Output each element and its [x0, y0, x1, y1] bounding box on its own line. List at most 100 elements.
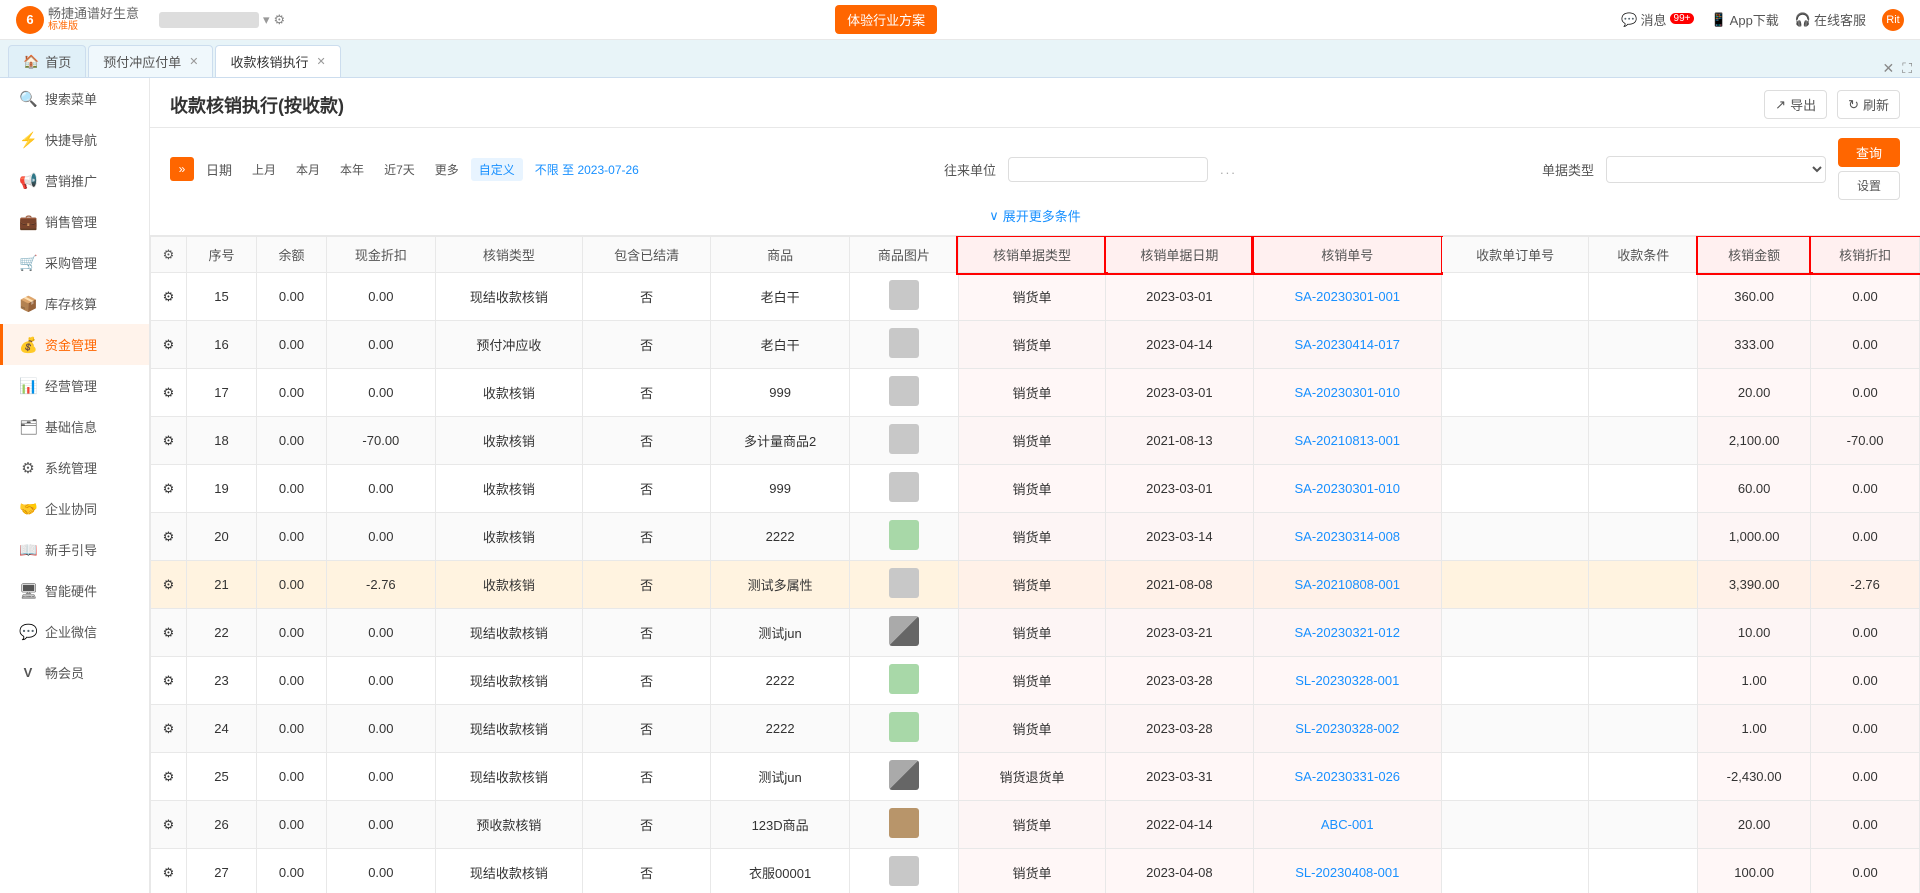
cur-month-btn[interactable]: 本月 — [288, 158, 328, 181]
prev-month-btn[interactable]: 上月 — [244, 158, 284, 181]
table-cell: 2021-08-13 — [1106, 417, 1253, 465]
table-cell[interactable]: ⚙ — [151, 657, 187, 705]
table-cell[interactable]: ⚙ — [151, 321, 187, 369]
table-cell: 22 — [187, 609, 257, 657]
gear-icon[interactable]: ⚙ — [274, 12, 286, 28]
export-button[interactable]: ↗ 导出 — [1764, 90, 1827, 119]
message-btn[interactable]: 💬 消息 99+ — [1621, 10, 1694, 29]
table-cell[interactable]: ⚙ — [151, 465, 187, 513]
table-row: ⚙260.000.00预收款核销否123D商品销货单2022-04-14ABC-… — [151, 801, 1920, 849]
bill-no-link[interactable]: SA-20210808-001 — [1295, 577, 1401, 592]
table-cell: 否 — [583, 321, 711, 369]
bill-no-link[interactable]: SL-20230328-002 — [1295, 721, 1399, 736]
user-avatar[interactable]: Rit — [1882, 9, 1904, 31]
bill-no-link[interactable]: SA-20230314-008 — [1295, 529, 1401, 544]
tab-home[interactable]: 🏠 首页 — [8, 45, 86, 77]
bill-no-link[interactable]: SA-20230301-001 — [1295, 289, 1401, 304]
seven-days-btn[interactable]: 近7天 — [376, 158, 423, 181]
app-download-btn[interactable]: 📱 App下载 — [1710, 10, 1778, 29]
bill-no-link[interactable]: SA-20230414-017 — [1295, 337, 1401, 352]
bill-no-link[interactable]: SA-20230321-012 — [1295, 625, 1401, 640]
tab-prepay[interactable]: 预付冲应付单 ✕ — [88, 45, 213, 77]
table-cell[interactable]: SA-20210808-001 — [1253, 561, 1441, 609]
custom-date-btn[interactable]: 自定义 — [471, 158, 523, 181]
table-cell[interactable]: ⚙ — [151, 801, 187, 849]
receipt-type-select[interactable] — [1606, 156, 1826, 183]
query-button[interactable]: 查询 — [1838, 138, 1900, 167]
tab-receipt-cancel-close[interactable]: ✕ — [316, 55, 325, 68]
sidebar-item-search[interactable]: 🔍 搜索菜单 — [0, 78, 149, 119]
tab-prepay-close[interactable]: ✕ — [189, 55, 198, 68]
sidebar-item-inventory[interactable]: 📦 库存核算 — [0, 283, 149, 324]
table-cell: 0.00 — [257, 609, 327, 657]
bill-no-link[interactable]: SA-20230301-010 — [1295, 481, 1401, 496]
cur-year-btn[interactable]: 本年 — [332, 158, 372, 181]
sidebar-item-marketing[interactable]: 📢 营销推广 — [0, 160, 149, 201]
table-cell[interactable]: ⚙ — [151, 849, 187, 893]
table-cell[interactable]: SA-20230321-012 — [1253, 609, 1441, 657]
bill-no-link[interactable]: SA-20230301-010 — [1295, 385, 1401, 400]
table-cell: 2023-03-21 — [1106, 609, 1253, 657]
sidebar-item-purchase[interactable]: 🛒 采购管理 — [0, 242, 149, 283]
sidebar-item-sales[interactable]: 💼 销售管理 — [0, 201, 149, 242]
table-cell[interactable]: ⚙ — [151, 561, 187, 609]
sidebar-item-guide[interactable]: 📖 新手引导 — [0, 529, 149, 570]
table-cell[interactable]: ⚙ — [151, 705, 187, 753]
table-cell — [1589, 657, 1698, 705]
table-cell — [1589, 321, 1698, 369]
table-cell[interactable]: SA-20230301-010 — [1253, 369, 1441, 417]
table-cell[interactable]: SL-20230408-001 — [1253, 849, 1441, 893]
table-cell: 123D商品 — [711, 801, 850, 849]
chevron-down-icon[interactable]: ▾ — [263, 12, 270, 28]
table-cell — [1589, 417, 1698, 465]
table-cell[interactable]: SA-20230414-017 — [1253, 321, 1441, 369]
bill-no-link[interactable]: SA-20210813-001 — [1295, 433, 1401, 448]
bill-no-link[interactable]: SA-20230331-026 — [1295, 769, 1401, 784]
more-date-btn[interactable]: 更多 — [427, 158, 467, 181]
table-cell[interactable]: SL-20230328-001 — [1253, 657, 1441, 705]
table-cell: 销货单 — [958, 273, 1105, 321]
sidebar-item-collab[interactable]: 🤝 企业协同 — [0, 488, 149, 529]
table-cell: 25 — [187, 753, 257, 801]
trial-btn[interactable]: 体验行业方案 — [835, 5, 937, 34]
bill-no-link[interactable]: SL-20230328-001 — [1295, 673, 1399, 688]
sidebar-item-wechat[interactable]: 💬 企业微信 — [0, 611, 149, 652]
table-cell[interactable]: SA-20230314-008 — [1253, 513, 1441, 561]
col-gear[interactable]: ⚙ — [151, 237, 187, 273]
table-cell[interactable]: SA-20210813-001 — [1253, 417, 1441, 465]
online-service-btn[interactable]: 🎧 在线客服 — [1795, 10, 1866, 29]
sidebar-item-quicknav[interactable]: ⚡ 快捷导航 — [0, 119, 149, 160]
counterpart-input[interactable] — [1008, 157, 1208, 182]
table-cell: 现结收款核销 — [435, 609, 582, 657]
table-cell[interactable]: ⚙ — [151, 417, 187, 465]
close-window-btn[interactable]: ✕ — [1882, 60, 1894, 77]
sidebar-item-finance[interactable]: 💰 资金管理 — [0, 324, 149, 365]
table-cell[interactable]: ⚙ — [151, 513, 187, 561]
company-selector[interactable]: ▾ ⚙ — [159, 12, 827, 28]
table-cell[interactable]: SA-20230301-010 — [1253, 465, 1441, 513]
sidebar-item-hardware[interactable]: 🖥 智能硬件 — [0, 570, 149, 611]
bill-no-link[interactable]: SL-20230408-001 — [1295, 865, 1399, 880]
headset-icon: 🎧 — [1795, 12, 1811, 28]
refresh-button[interactable]: ↻ 刷新 — [1837, 90, 1900, 119]
sidebar-item-basicinfo[interactable]: 🗂 基础信息 — [0, 406, 149, 447]
table-cell[interactable]: ⚙ — [151, 273, 187, 321]
table-cell[interactable]: ⚙ — [151, 609, 187, 657]
table-cell[interactable]: ⚙ — [151, 753, 187, 801]
sidebar-item-system[interactable]: ⚙ 系统管理 — [0, 447, 149, 488]
table-cell[interactable]: SA-20230301-001 — [1253, 273, 1441, 321]
tab-receipt-cancel[interactable]: 收款核销执行 ✕ — [215, 45, 340, 77]
maximize-btn[interactable]: ⛶ — [1902, 60, 1912, 77]
table-cell[interactable]: SA-20230331-026 — [1253, 753, 1441, 801]
filter-collapse-btn[interactable]: » — [170, 157, 194, 181]
table-row: ⚙220.000.00现结收款核销否测试jun销货单2023-03-21SA-2… — [151, 609, 1920, 657]
sidebar-item-member[interactable]: V 畅会员 — [0, 652, 149, 693]
tab-receipt-cancel-label: 收款核销执行 — [230, 52, 308, 71]
table-cell[interactable]: ⚙ — [151, 369, 187, 417]
table-cell[interactable]: ABC-001 — [1253, 801, 1441, 849]
sidebar-item-management[interactable]: 📊 经营管理 — [0, 365, 149, 406]
bill-no-link[interactable]: ABC-001 — [1321, 817, 1374, 832]
table-cell[interactable]: SL-20230328-002 — [1253, 705, 1441, 753]
setting-button[interactable]: 设置 — [1838, 171, 1900, 200]
expand-more-btn[interactable]: ∨ 展开更多条件 — [989, 206, 1081, 225]
